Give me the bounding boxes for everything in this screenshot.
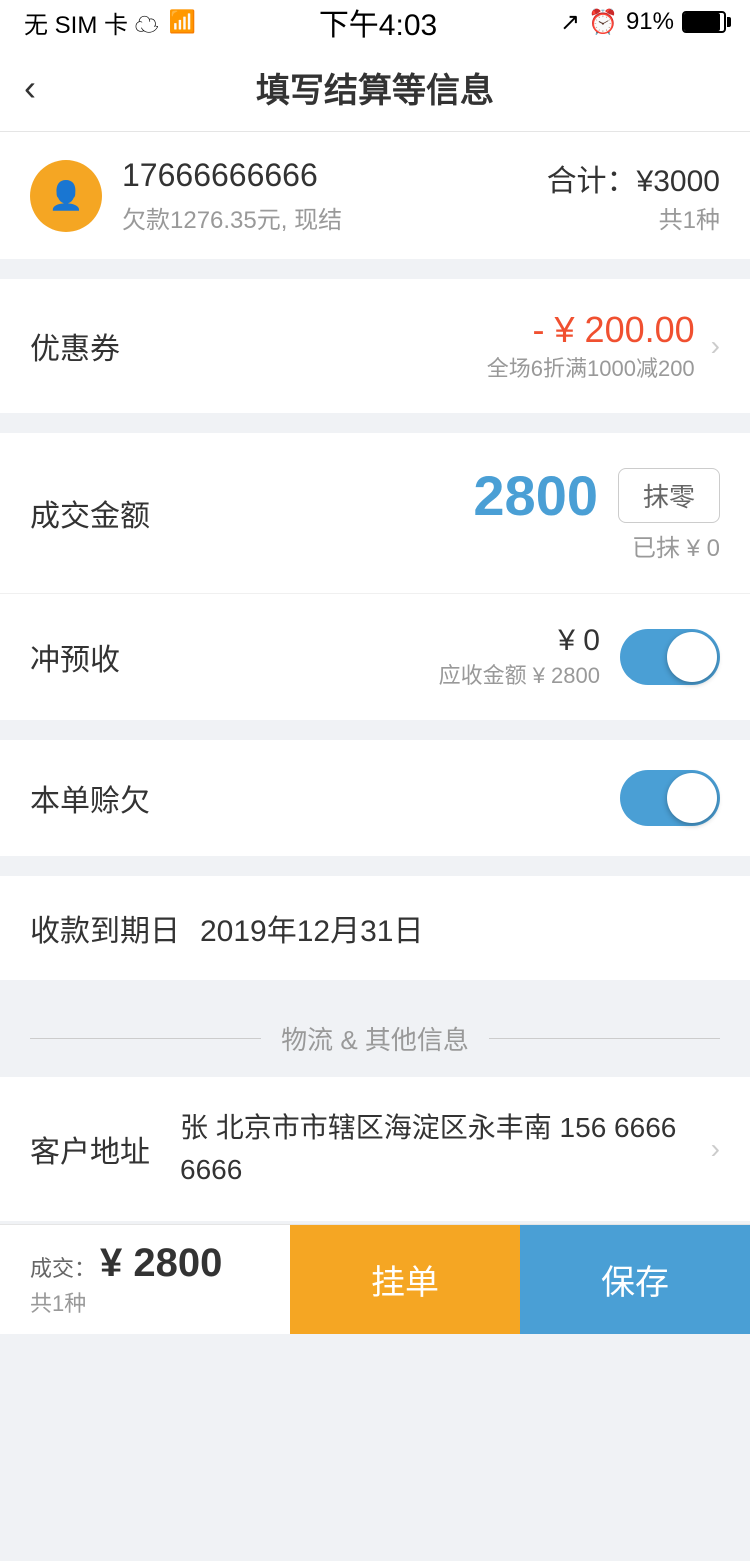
- debt-toggle-knob: [667, 773, 717, 823]
- customer-phone: 17666666666: [122, 157, 342, 194]
- toggle-knob: [667, 632, 717, 682]
- pending-button[interactable]: 挂单: [290, 1225, 520, 1334]
- bottom-summary: 成交： ¥ 2800 共1种: [0, 1241, 290, 1318]
- duedate-section: 收款到期日 2019年12月31日: [0, 876, 750, 980]
- alarm-icon: ⏰: [588, 8, 618, 37]
- back-button[interactable]: ‹: [24, 67, 36, 109]
- nav-title: 填写结算等信息: [256, 63, 494, 112]
- bottom-summary-label: 成交：: [30, 1251, 96, 1283]
- customer-total: 合计：¥3000 共1种: [547, 156, 720, 235]
- address-label: 客户地址: [30, 1127, 150, 1171]
- precharge-amount: ¥ 0: [439, 624, 600, 658]
- deal-sub-text: 已抹 ¥ 0: [632, 528, 720, 563]
- total-amount: 合计：¥3000: [547, 156, 720, 200]
- coupon-section: 优惠券 - ¥ 200.00 全场6折满1000减200 ›: [0, 279, 750, 413]
- avatar: 👤: [30, 160, 102, 232]
- deal-amount-value: 2800: [473, 463, 598, 528]
- amount-section: 成交金额 2800 抹零 已抹 ¥ 0 冲预收 ¥ 0 应收金额 ¥ 2800: [0, 433, 750, 720]
- precharge-toggle[interactable]: [620, 629, 720, 685]
- deal-label: 成交金额: [30, 491, 150, 535]
- bottom-summary-count: 共1种: [30, 1286, 260, 1318]
- location-icon: ↗: [560, 8, 580, 37]
- address-section: 客户地址 张 北京市市辖区海淀区永丰南 156 6666 6666 ›: [0, 1077, 750, 1221]
- battery-percent: 91%: [626, 8, 674, 36]
- precharge-row: 冲预收 ¥ 0 应收金额 ¥ 2800: [0, 593, 750, 720]
- save-button[interactable]: 保存: [520, 1225, 750, 1334]
- debt-toggle[interactable]: [620, 770, 720, 826]
- address-row[interactable]: 客户地址 张 北京市市辖区海淀区永丰南 156 6666 6666 ›: [0, 1077, 750, 1221]
- address-value: 张 北京市市辖区海淀区永丰南 156 6666 6666: [180, 1107, 711, 1191]
- chevron-right-icon: ›: [711, 330, 720, 362]
- divider-line-left: [30, 1038, 261, 1039]
- coupon-discount: - ¥ 200.00: [487, 309, 695, 351]
- status-right: ↗ ⏰ 91%: [560, 8, 726, 37]
- rub-zero-button[interactable]: 抹零: [618, 468, 720, 523]
- customer-debt: 欠款1276.35元, 现结: [122, 200, 342, 235]
- duedate-label: 收款到期日: [30, 906, 180, 950]
- content: 👤 17666666666 欠款1276.35元, 现结 合计：¥3000 共1…: [0, 132, 750, 1561]
- logistics-label: 物流 & 其他信息: [281, 1020, 469, 1057]
- total-count: 共1种: [547, 200, 720, 235]
- coupon-label: 优惠券: [30, 324, 120, 368]
- divider-line-right: [489, 1038, 720, 1039]
- status-bar: 无 SIM 卡 ☁ 📶 下午4:03 ↗ ⏰ 91%: [0, 0, 750, 44]
- coupon-row[interactable]: 优惠券 - ¥ 200.00 全场6折满1000减200 ›: [0, 279, 750, 413]
- status-time: 下午4:03: [319, 0, 437, 44]
- logistics-divider: 物流 & 其他信息: [0, 1000, 750, 1077]
- wifi-icon: 📶: [169, 9, 196, 35]
- status-left: 无 SIM 卡 ☁ 📶: [24, 5, 196, 40]
- battery-icon: [682, 11, 726, 33]
- debt-row: 本单赊欠: [0, 740, 750, 856]
- customer-card: 👤 17666666666 欠款1276.35元, 现结 合计：¥3000 共1…: [0, 132, 750, 259]
- duedate-value: 2019年12月31日: [200, 906, 423, 950]
- duedate-row: 收款到期日 2019年12月31日: [0, 876, 750, 980]
- coupon-desc: 全场6折满1000减200: [487, 351, 695, 383]
- precharge-label: 冲预收: [30, 635, 120, 679]
- address-chevron-icon: ›: [711, 1133, 720, 1165]
- bottom-bar: 成交： ¥ 2800 共1种 挂单 保存: [0, 1224, 750, 1334]
- deal-amount-row: 成交金额 2800 抹零 已抹 ¥ 0: [0, 433, 750, 593]
- sim-label: 无 SIM 卡 ☁: [24, 5, 159, 40]
- bottom-summary-amount: ¥ 2800: [100, 1241, 222, 1286]
- debt-section: 本单赊欠: [0, 740, 750, 856]
- nav-bar: ‹ 填写结算等信息: [0, 44, 750, 132]
- debt-label: 本单赊欠: [30, 776, 150, 820]
- precharge-receivable: 应收金额 ¥ 2800: [439, 658, 600, 690]
